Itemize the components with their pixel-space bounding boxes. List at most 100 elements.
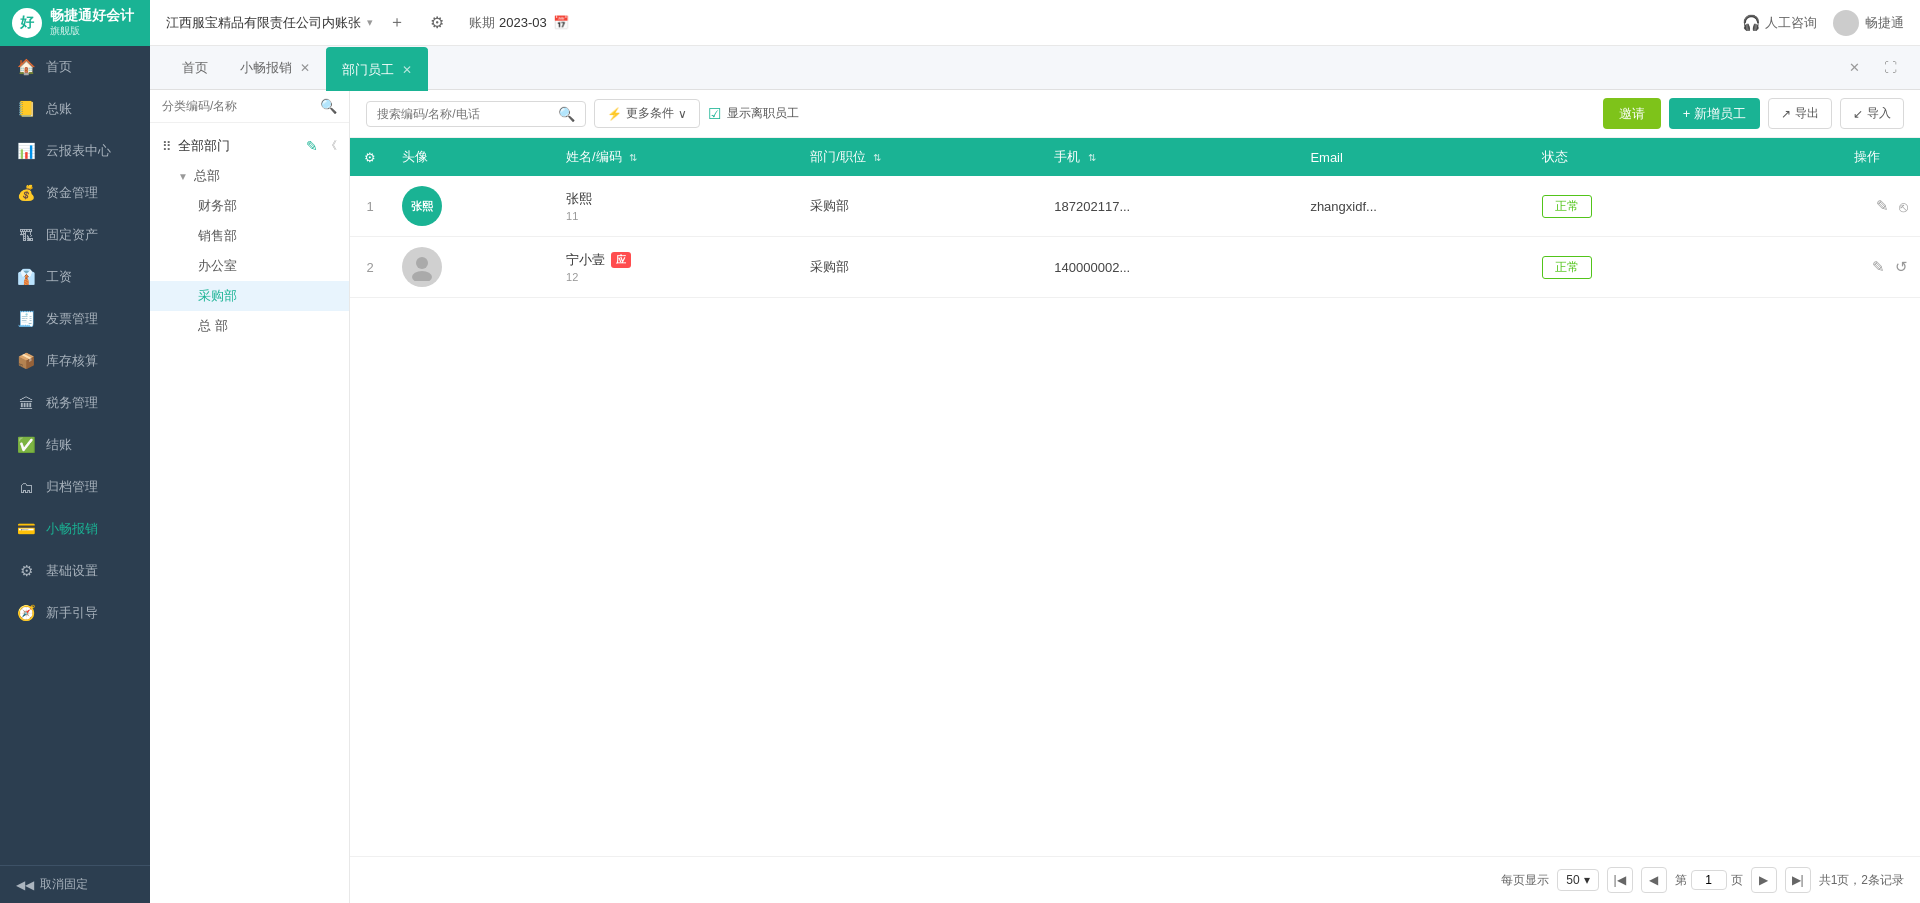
sidebar-item-home[interactable]: 🏠 首页 [0, 46, 150, 88]
status-badge: 正常 [1542, 195, 1592, 218]
col-action: 操作 [1720, 138, 1920, 176]
svg-point-1 [412, 271, 432, 281]
tab-expense-label: 小畅报销 [240, 59, 292, 77]
emp-code: 11 [566, 210, 786, 222]
tab-close-icon[interactable]: ✕ [402, 63, 412, 77]
dept-node-label: 财务部 [198, 197, 237, 215]
sidebar-item-tax[interactable]: 🏛 税务管理 [0, 382, 150, 424]
page-suffix: 页 [1731, 872, 1743, 889]
refresh-icon[interactable]: ↺ [1895, 258, 1908, 276]
import-label: 导入 [1867, 105, 1891, 122]
sidebar-item-settings[interactable]: ⚙ 基础设置 [0, 550, 150, 592]
sidebar-item-expense[interactable]: 💳 小畅报销 [0, 508, 150, 550]
maximize-button[interactable]: ⛶ [1876, 54, 1904, 82]
col-phone[interactable]: 手机 ⇅ [1042, 138, 1298, 176]
user-menu[interactable]: 畅捷通 [1833, 10, 1904, 36]
dept-node-general[interactable]: 总 部 [150, 311, 349, 341]
last-page-button[interactable]: ▶| [1785, 867, 1811, 893]
page-input[interactable] [1691, 870, 1727, 890]
service-button[interactable]: 🎧 人工咨询 [1742, 14, 1817, 32]
edit-icon[interactable]: ✎ [1876, 197, 1889, 215]
export-button[interactable]: ↗ 导出 [1768, 98, 1832, 129]
dept-node-headquarter[interactable]: ▼ 总部 [150, 161, 349, 191]
settings-icon[interactable]: ⚙ [421, 7, 453, 39]
page-label: 第 [1675, 872, 1687, 889]
row-actions: ✎ ⎋ [1720, 176, 1920, 237]
close-window-button[interactable]: ✕ [1840, 54, 1868, 82]
sidebar-item-label: 基础设置 [46, 562, 98, 580]
calendar-icon[interactable]: 📅 [553, 15, 569, 30]
dept-node-finance[interactable]: 财务部 [150, 191, 349, 221]
row-status: 正常 [1530, 176, 1720, 237]
chevron-down-icon: ▾ [367, 16, 373, 29]
dept-node-office[interactable]: 办公室 [150, 251, 349, 281]
avatar-circle: 张熙 [402, 186, 442, 226]
dept-node-sales[interactable]: 销售部 [150, 221, 349, 251]
pagination-bar: 每页显示 50 ▾ |◀ ◀ 第 页 ▶ ▶| 共1页，2条记录 [350, 856, 1920, 903]
sidebar-item-salary[interactable]: 👔 工资 [0, 256, 150, 298]
filter-label: 更多条件 [626, 105, 674, 122]
next-page-button[interactable]: ▶ [1751, 867, 1777, 893]
company-selector[interactable]: 江西服宝精品有限责任公司内账张 ▾ [166, 14, 373, 32]
dept-search-input[interactable] [162, 99, 320, 113]
dept-header-actions: ✎ 《 [306, 138, 337, 154]
sidebar-item-guide[interactable]: 🧭 新手引导 [0, 592, 150, 634]
tag-badge: 应 [611, 252, 631, 268]
service-label: 人工咨询 [1765, 14, 1817, 32]
invite-button[interactable]: 邀请 [1603, 98, 1661, 129]
tab-home[interactable]: 首页 [166, 46, 224, 90]
sidebar-item-reports[interactable]: 📊 云报表中心 [0, 130, 150, 172]
sidebar-item-checkout[interactable]: ✅ 结账 [0, 424, 150, 466]
add-company-button[interactable]: ＋ [381, 7, 413, 39]
tab-employee-label: 部门员工 [342, 61, 394, 79]
sidebar-item-inventory[interactable]: 📦 库存核算 [0, 340, 150, 382]
search-icon[interactable]: 🔍 [558, 106, 575, 122]
tab-close-icon[interactable]: ✕ [300, 61, 310, 75]
sidebar-item-assets[interactable]: 🏗 固定资产 [0, 214, 150, 256]
col-name-code[interactable]: 姓名/编码 ⇅ [554, 138, 798, 176]
unpin-button[interactable]: ◀◀ 取消固定 [0, 865, 150, 903]
tab-employee[interactable]: 部门员工 ✕ [326, 47, 428, 91]
edit-dept-icon[interactable]: ✎ [306, 138, 318, 154]
row-dept: 采购部 [798, 237, 1042, 298]
assets-icon: 🏗 [16, 227, 36, 244]
per-page-value: 50 [1566, 873, 1579, 887]
col-settings[interactable]: ⚙ [350, 138, 390, 176]
tab-bar: 首页 小畅报销 ✕ 部门员工 ✕ ✕ ⛶ [150, 46, 1920, 90]
sidebar-item-archive[interactable]: 🗂 归档管理 [0, 466, 150, 508]
filter-button[interactable]: ⚡ 更多条件 ∨ [594, 99, 700, 128]
grid-icon: ⠿ [162, 139, 172, 154]
show-resigned-checkbox[interactable]: ☑ 显示离职员工 [708, 105, 799, 123]
first-page-button[interactable]: |◀ [1607, 867, 1633, 893]
dept-node-purchase[interactable]: 采购部 [150, 281, 349, 311]
row-email [1298, 237, 1530, 298]
dept-node-label: 采购部 [198, 287, 237, 305]
collapse-icon[interactable]: 《 [326, 138, 337, 154]
tab-bar-actions: ✕ ⛶ [1840, 54, 1904, 82]
export-label: 导出 [1795, 105, 1819, 122]
prev-page-button[interactable]: ◀ [1641, 867, 1667, 893]
sidebar-item-invoice[interactable]: 🧾 发票管理 [0, 298, 150, 340]
sidebar-item-funds[interactable]: 💰 资金管理 [0, 172, 150, 214]
row-actions: ✎ ↺ [1720, 237, 1920, 298]
all-dept-header[interactable]: ⠿ 全部部门 ✎ 《 [150, 131, 349, 161]
logout-icon[interactable]: ⎋ [1899, 198, 1908, 215]
edit-icon[interactable]: ✎ [1872, 258, 1885, 276]
sidebar-item-label: 云报表中心 [46, 142, 111, 160]
ledger-icon: 📒 [16, 100, 36, 118]
unpin-icon: ◀◀ [16, 878, 34, 892]
logo-area: 好 畅捷通好会计 旗舰版 [0, 0, 150, 46]
tab-expense[interactable]: 小畅报销 ✕ [224, 46, 326, 90]
per-page-selector[interactable]: 50 ▾ [1557, 869, 1598, 891]
name-code-group: 宁小壹 应 12 [566, 251, 786, 283]
emp-search-input[interactable] [377, 107, 558, 121]
import-button[interactable]: ↙ 导入 [1840, 98, 1904, 129]
col-dept[interactable]: 部门/职位 ⇅ [798, 138, 1042, 176]
period-label: 账期 [469, 14, 495, 32]
col-status: 状态 [1530, 138, 1720, 176]
inventory-icon: 📦 [16, 352, 36, 370]
add-employee-button[interactable]: + 新增员工 [1669, 98, 1760, 129]
sidebar-item-label: 发票管理 [46, 310, 98, 328]
dept-search-icon[interactable]: 🔍 [320, 98, 337, 114]
sidebar-item-ledger[interactable]: 📒 总账 [0, 88, 150, 130]
